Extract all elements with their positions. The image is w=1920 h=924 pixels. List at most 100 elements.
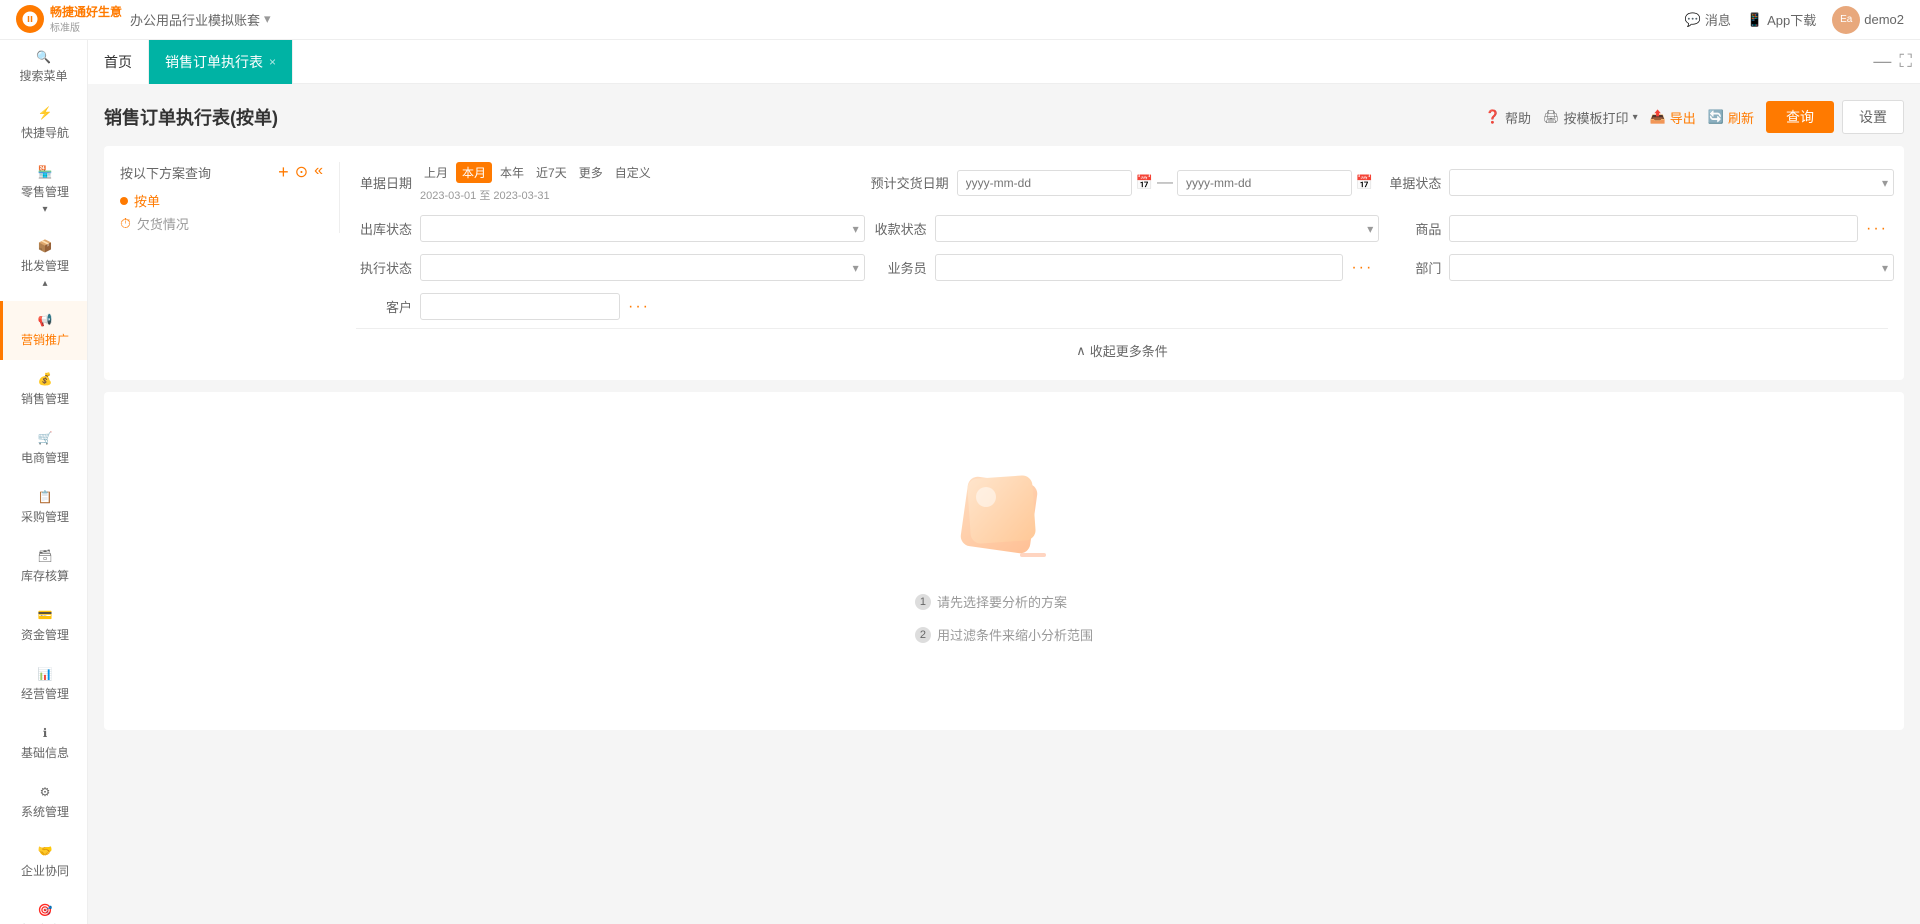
goods-input[interactable] [1449,215,1858,242]
scheme-copy-icon[interactable]: ⊙ [295,162,308,183]
sidebar: 🔍 搜索菜单 ⚡ 快捷导航 🏪 零售管理 ▾ 📦 批发管理 ▴ 📢 营销推广 💰… [0,40,88,924]
exec-status-select[interactable] [420,254,865,281]
sidebar-item-ecommerce[interactable]: 🛒 电商管理 [0,419,87,478]
sidebar-item-wholesale[interactable]: 📦 批发管理 ▴ [0,227,87,301]
filter-panel: 按以下方案查询 + ⊙ « 按单 ⏱ [104,146,1904,380]
tab-sales-order[interactable]: 销售订单执行表 × [149,40,293,84]
page-header: 销售订单执行表(按单) ❓ 帮助 🖨 按模板打印 ▾ 📤 导出 [104,100,1904,134]
tip-text-2: 用过滤条件来缩小分析范围 [937,625,1093,644]
goods-ellipsis-icon[interactable]: ··· [1866,220,1888,238]
scheme-add-icon[interactable]: + [278,162,289,183]
search-icon: 🔍 [36,50,51,64]
filter-field-date: 单据日期 上月 本月 本年 近7天 更多 自定义 [356,162,859,203]
logo-icon [16,5,44,33]
filter-field-status: 单据状态 ▾ [1385,162,1888,203]
date-tab-this-year[interactable]: 本年 [496,162,528,183]
filter-row: 按以下方案查询 + ⊙ « 按单 ⏱ [120,162,1888,364]
top-bar-right: 💬 消息 📱 App下载 Ea demo2 [1685,6,1904,34]
print-button[interactable]: 🖨 按模板打印 ▾ [1543,108,1638,127]
operations-icon: 📊 [38,667,53,681]
collapse-label: 收起更多条件 [1090,341,1168,360]
date-tab-last-month[interactable]: 上月 [420,162,452,183]
page-content: 销售订单执行表(按单) ❓ 帮助 🖨 按模板打印 ▾ 📤 导出 [88,84,1920,924]
tab-home[interactable]: 首页 [88,40,149,84]
calendar-end-icon[interactable]: 📅 [1356,174,1373,191]
scheme-collapse-icon[interactable]: « [314,162,323,183]
tab-sales-order-label: 销售订单执行表 [165,52,263,72]
help-button[interactable]: ❓ 帮助 [1485,108,1531,127]
date-tab-more[interactable]: 更多 [575,162,607,183]
filter-field-out-status: 出库状态 ▾ [356,215,859,242]
avatar: Ea [1832,6,1860,34]
clock-icon: ⏱ [120,215,131,232]
export-button[interactable]: 📤 导出 [1650,108,1696,127]
sidebar-item-operations[interactable]: 📊 经营管理 [0,655,87,714]
customer-ellipsis-icon[interactable]: ··· [628,298,650,316]
date-range-text: 2023-03-01 至 2023-03-31 [420,187,859,203]
sidebar-item-shortcut[interactable]: ⚡ 快捷导航 [0,94,87,153]
expected-date-start[interactable] [957,170,1132,196]
user-menu[interactable]: Ea demo2 [1832,6,1904,34]
sales-label: 销售管理 [21,390,69,407]
expected-date-end[interactable] [1177,170,1352,196]
collapse-filter-button[interactable]: ∧ 收起更多条件 [356,337,1888,364]
settings-button[interactable]: 设置 [1842,100,1904,134]
date-tab-this-month[interactable]: 本月 [456,162,492,183]
filter-field-receipt-status: 收款状态 ▾ [871,215,1374,242]
scheme-item-按单[interactable]: 按单 [120,191,323,210]
date-tab-7days[interactable]: 近7天 [532,162,571,183]
status-select[interactable] [1449,169,1894,196]
sidebar-item-purchase[interactable]: 📋 采购管理 [0,478,87,537]
tab-close-icon[interactable]: × [269,55,276,69]
receipt-status-select[interactable] [935,215,1380,242]
filter-row-3: 执行状态 ▾ 业务员 ··· [356,254,1888,281]
message-button[interactable]: 💬 消息 [1685,10,1731,29]
scheme-label-欠货情况: 欠货情况 [137,214,189,233]
tab-minimize-button[interactable]: — [1873,51,1891,72]
tab-home-label: 首页 [104,52,132,72]
scheme-item-欠货情况[interactable]: ⏱ 欠货情况 [120,214,323,233]
wholesale-label: 批发管理 [21,257,69,274]
sidebar-search[interactable]: 🔍 搜索菜单 [0,40,87,94]
salesman-ellipsis-icon[interactable]: ··· [1351,259,1373,277]
filter-field-expected-date: 预计交货日期 📅 — 📅 [871,162,1374,203]
logo-brand: 畅捷通好生意 [50,5,122,19]
tab-maximize-button[interactable]: ⛶ [1899,51,1912,72]
collapse-icon: ∧ [1076,343,1086,359]
search-label: 搜索菜单 [19,67,67,84]
app-download-label: App下载 [1767,10,1816,29]
query-button[interactable]: 查询 [1766,101,1834,133]
sidebar-item-retail[interactable]: 🏪 零售管理 ▾ [0,153,87,227]
logo-text-area: 畅捷通好生意 标准版 [50,5,122,34]
logo-area: 畅捷通好生意 标准版 [16,5,122,34]
ecommerce-icon: 🛒 [38,431,53,445]
status-label: 单据状态 [1385,173,1441,192]
sidebar-item-inventory[interactable]: 🗃 库存核算 [0,537,87,596]
breadcrumb-chevron-icon[interactable]: ▾ [264,11,271,27]
salesman-input[interactable] [935,254,1344,281]
customer-input[interactable] [420,293,620,320]
sidebar-item-system[interactable]: ⚙ 系统管理 [0,773,87,832]
print-label: 按模板打印 [1564,108,1629,127]
date-tab-custom[interactable]: 自定义 [611,162,655,183]
sidebar-item-newbie[interactable]: 🎯 新手引导 [0,891,87,924]
message-label: 消息 [1705,10,1731,29]
shortcut-icon: ⚡ [38,106,53,120]
sidebar-item-sales[interactable]: 💰 销售管理 [0,360,87,419]
retail-label: 零售管理 [21,183,69,200]
calendar-start-icon[interactable]: 📅 [1136,174,1153,191]
sidebar-shortcut-label: 快捷导航 [21,124,69,141]
app-download-button[interactable]: 📱 App下载 [1747,10,1816,29]
dept-select[interactable] [1449,254,1894,281]
expected-date-label: 预计交货日期 [871,173,949,192]
content-area: 首页 销售订单执行表 × — ⛶ 销售订单执行表(按单) ❓ 帮助 [88,40,1920,924]
out-status-select[interactable] [420,215,865,242]
sidebar-item-enterprise[interactable]: 🤝 企业协同 [0,832,87,891]
goods-label: 商品 [1385,219,1441,238]
sidebar-item-marketing[interactable]: 📢 营销推广 [0,301,87,360]
sidebar-item-finance[interactable]: 💳 资金管理 [0,596,87,655]
sidebar-item-basics[interactable]: ℹ 基础信息 [0,714,87,773]
page-title: 销售订单执行表(按单) [104,104,278,130]
page-actions-right: 查询 设置 [1766,100,1904,134]
refresh-button[interactable]: 🔄 刷新 [1708,108,1754,127]
